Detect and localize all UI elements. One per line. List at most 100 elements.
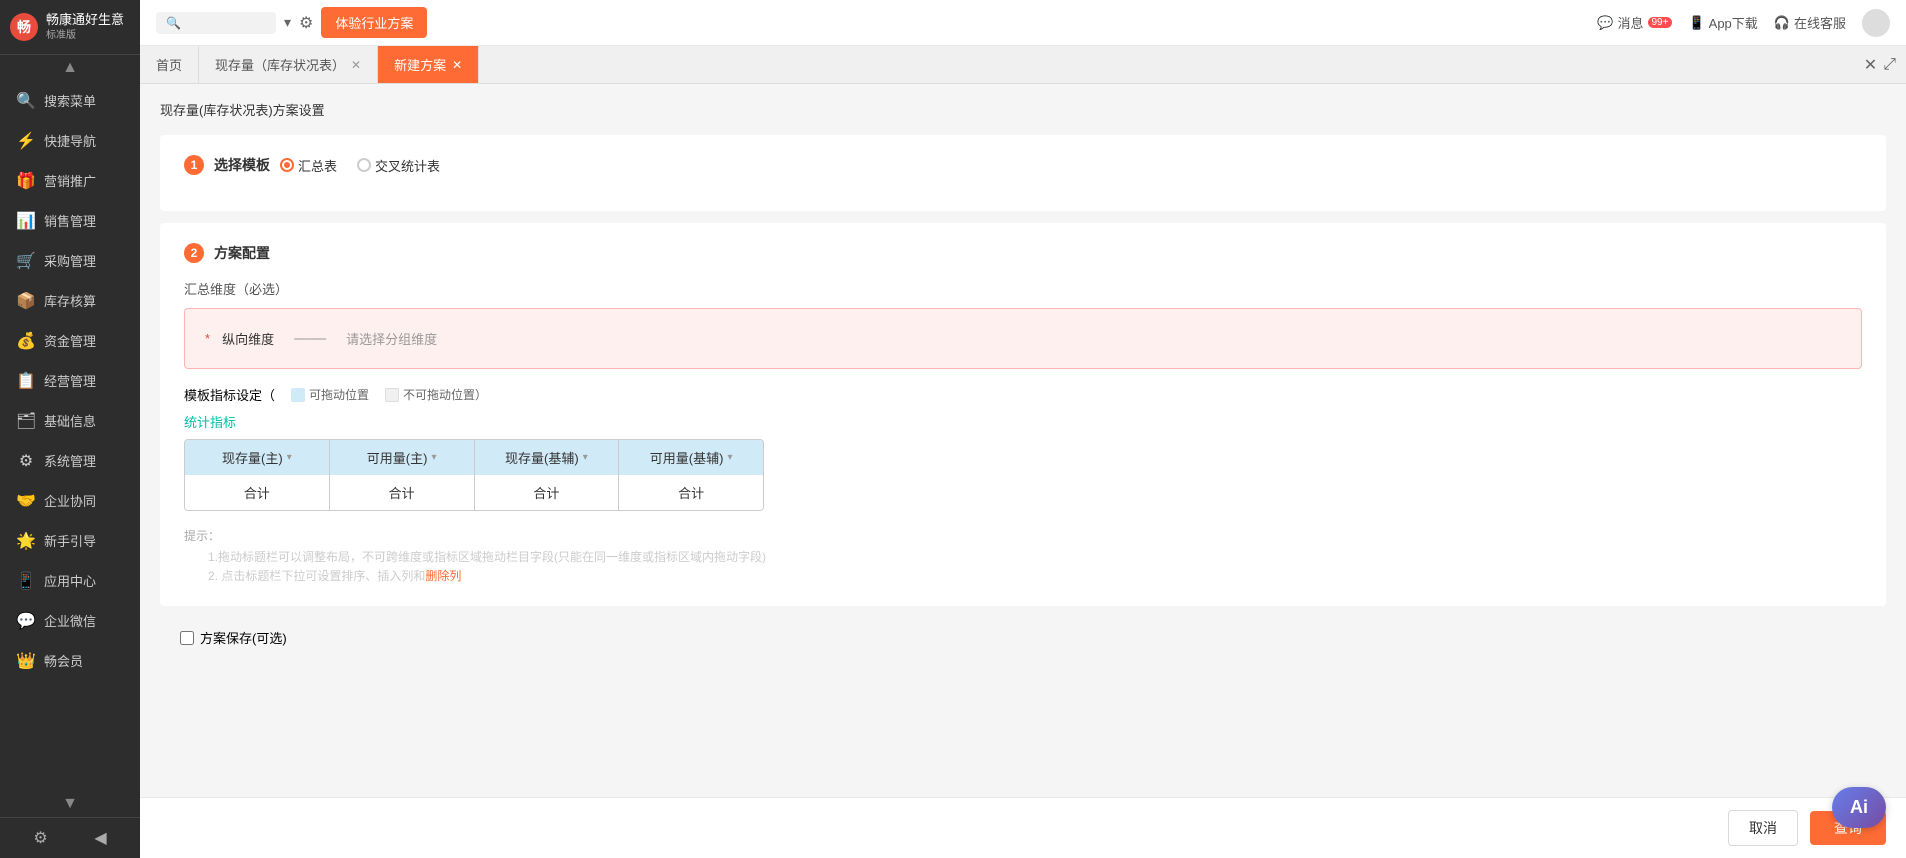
sidebar-item-sales[interactable]: 📊 销售管理: [0, 201, 140, 241]
message-btn[interactable]: 💬 消息 99+: [1597, 13, 1672, 32]
col-chevron-1: ▾: [431, 452, 436, 463]
sidebar-item-shortcut[interactable]: ⚡ 快捷导航: [0, 121, 140, 161]
user-avatar[interactable]: [1862, 9, 1890, 37]
sidebar-item-inventory[interactable]: 📦 库存核算: [0, 281, 140, 321]
sidebar-item-vip[interactable]: 👑 畅会员: [0, 641, 140, 681]
tab-inventory-close[interactable]: ✕: [351, 58, 361, 72]
panel-close-btn[interactable]: ✕: [1864, 55, 1877, 75]
col-sub-3: 合计: [619, 475, 763, 510]
sidebar-item-base[interactable]: 🗂 基础信息: [0, 401, 140, 441]
col-chevron-3: ▾: [727, 452, 732, 463]
management-icon: 📋: [16, 371, 36, 391]
col-chevron-0: ▾: [287, 452, 292, 463]
stats-label: 统计指标: [184, 412, 1862, 431]
trial-btn[interactable]: 体验行业方案: [321, 7, 427, 38]
non-draggable-box: [385, 388, 399, 402]
step2-header: 2 方案配置: [184, 243, 1862, 263]
sidebar-item-label: 基础信息: [44, 411, 96, 430]
col-label-1: 可用量(主): [367, 448, 428, 467]
search-dropdown-icon[interactable]: ▾: [284, 14, 291, 31]
sidebar-item-label: 快捷导航: [44, 131, 96, 150]
tab-inventory[interactable]: 现存量（库存状况表） ✕: [199, 46, 378, 83]
sidebar-item-label: 销售管理: [44, 211, 96, 230]
topbar-right: 💬 消息 99+ 📱 App下载 🎧 在线客服: [1597, 9, 1890, 37]
app-logo: 畅 畅康通好生意 标准版: [0, 0, 140, 55]
online-service-btn[interactable]: 🎧 在线客服: [1774, 13, 1846, 32]
page-title: 现存量(库存状况表)方案设置: [160, 100, 1886, 119]
col-header-1[interactable]: 可用量(主) ▾: [330, 440, 475, 475]
tab-home[interactable]: 首页: [140, 46, 199, 83]
system-icon: ⚙: [16, 451, 36, 471]
save-option-label: 方案保存(可选): [200, 628, 287, 647]
sidebar-footer: ⚙ ◀: [0, 817, 140, 858]
radio-summary[interactable]: 汇总表: [280, 156, 337, 175]
search-bar[interactable]: 🔍: [156, 12, 276, 34]
col-header-3[interactable]: 可用量(基辅) ▾: [619, 440, 763, 475]
sidebar-scroll-down[interactable]: ▼: [0, 791, 140, 817]
col-sub-0: 合计: [185, 475, 330, 510]
app-subtitle: 标准版: [46, 29, 124, 42]
sales-icon: 📊: [16, 211, 36, 231]
radio-cross-label: 交叉统计表: [375, 156, 440, 175]
headset-icon: 🎧: [1774, 15, 1790, 31]
sidebar-item-finance[interactable]: 💰 资金管理: [0, 321, 140, 361]
col-label-3: 可用量(基辅): [650, 448, 724, 467]
col-sub-1: 合计: [330, 475, 475, 510]
sidebar-item-system[interactable]: ⚙ 系统管理: [0, 441, 140, 481]
col-sub-label-1: 合计: [389, 483, 415, 502]
save-checkbox[interactable]: [180, 631, 194, 645]
cancel-button[interactable]: 取消: [1728, 810, 1798, 846]
sidebar-item-label: 经营管理: [44, 371, 96, 390]
message-icon: 💬: [1597, 15, 1613, 31]
dimension-label: 汇总维度（必选）: [184, 279, 1862, 298]
tabbar: 首页 现存量（库存状况表） ✕ 新建方案 ✕ ✕ ⤢: [140, 46, 1906, 84]
tab-new-plan[interactable]: 新建方案 ✕: [378, 46, 479, 83]
sidebar-item-marketing[interactable]: 🎁 营销推广: [0, 161, 140, 201]
sidebar-item-appstore[interactable]: 📱 应用中心: [0, 561, 140, 601]
sidebar-item-cooperation[interactable]: 🤝 企业协同: [0, 481, 140, 521]
appstore-icon: 📱: [16, 571, 36, 591]
legend-prefix: 模板指标设定（: [184, 385, 275, 404]
sidebar-item-search[interactable]: 🔍 搜索菜单: [0, 81, 140, 121]
col-sub-label-3: 合计: [678, 483, 704, 502]
panel-expand-btn[interactable]: ⤢: [1883, 56, 1896, 74]
dimension-box[interactable]: * 纵向维度 —— 请选择分组维度: [184, 308, 1862, 369]
draggable-box: [291, 388, 305, 402]
sidebar-item-guide[interactable]: 🌟 新手引导: [0, 521, 140, 561]
tab-new-plan-close[interactable]: ✕: [452, 58, 462, 72]
sidebar-item-label: 新手引导: [44, 531, 96, 550]
ai-float-btn[interactable]: Ai: [1832, 787, 1886, 828]
topbar-gear-icon[interactable]: ⚙: [299, 13, 313, 33]
radio-cross[interactable]: 交叉统计表: [357, 156, 440, 175]
guide-icon: 🌟: [16, 531, 36, 551]
settings-footer-icon[interactable]: ⚙: [33, 828, 47, 848]
radio-summary-dot: [280, 158, 294, 172]
sidebar-scroll-up[interactable]: ▲: [0, 55, 140, 81]
col-sub-label-2: 合计: [533, 483, 559, 502]
legend-non-draggable-label: 不可拖动位置）: [403, 386, 487, 403]
sidebar-item-purchase[interactable]: 🛒 采购管理: [0, 241, 140, 281]
search-nav-icon: 🔍: [16, 91, 36, 111]
app-download-btn[interactable]: 📱 App下载: [1688, 13, 1757, 32]
main-area: 🔍 ▾ ⚙ 体验行业方案 💬 消息 99+ 📱 App下载 🎧 在线客服: [140, 0, 1906, 858]
metrics-table-body: 合计 合计 合计 合计: [185, 475, 763, 510]
sidebar-item-label: 采购管理: [44, 251, 96, 270]
sidebar-item-management[interactable]: 📋 经营管理: [0, 361, 140, 401]
tab-inventory-label: 现存量（库存状况表）: [215, 55, 345, 74]
finance-icon: 💰: [16, 331, 36, 351]
step1-header: 1 选择模板 汇总表 交叉统计表: [184, 155, 1862, 175]
col-header-2[interactable]: 现存量(基辅) ▾: [475, 440, 620, 475]
dim-label: 纵向维度: [222, 329, 274, 348]
required-mark: *: [205, 331, 210, 346]
message-badge: 99+: [1648, 17, 1673, 28]
tips-item-2: 2. 点击标题栏下拉可设置排序、插入列和删除列: [184, 567, 1862, 584]
indicator-legend: 模板指标设定（ 可拖动位置 不可拖动位置）: [184, 385, 1862, 404]
collapse-footer-icon[interactable]: ◀: [94, 828, 106, 848]
app-title: 畅康通好生意: [46, 12, 124, 29]
col-header-0[interactable]: 现存量(主) ▾: [185, 440, 330, 475]
step2-title: 方案配置: [214, 243, 270, 263]
sidebar: 畅 畅康通好生意 标准版 ▲ 🔍 搜索菜单 ⚡ 快捷导航 🎁 营销推广 📊 销售…: [0, 0, 140, 858]
sidebar-item-wechat[interactable]: 💬 企业微信: [0, 601, 140, 641]
legend-draggable-label: 可拖动位置: [309, 386, 369, 403]
col-sub-label-0: 合计: [244, 483, 270, 502]
